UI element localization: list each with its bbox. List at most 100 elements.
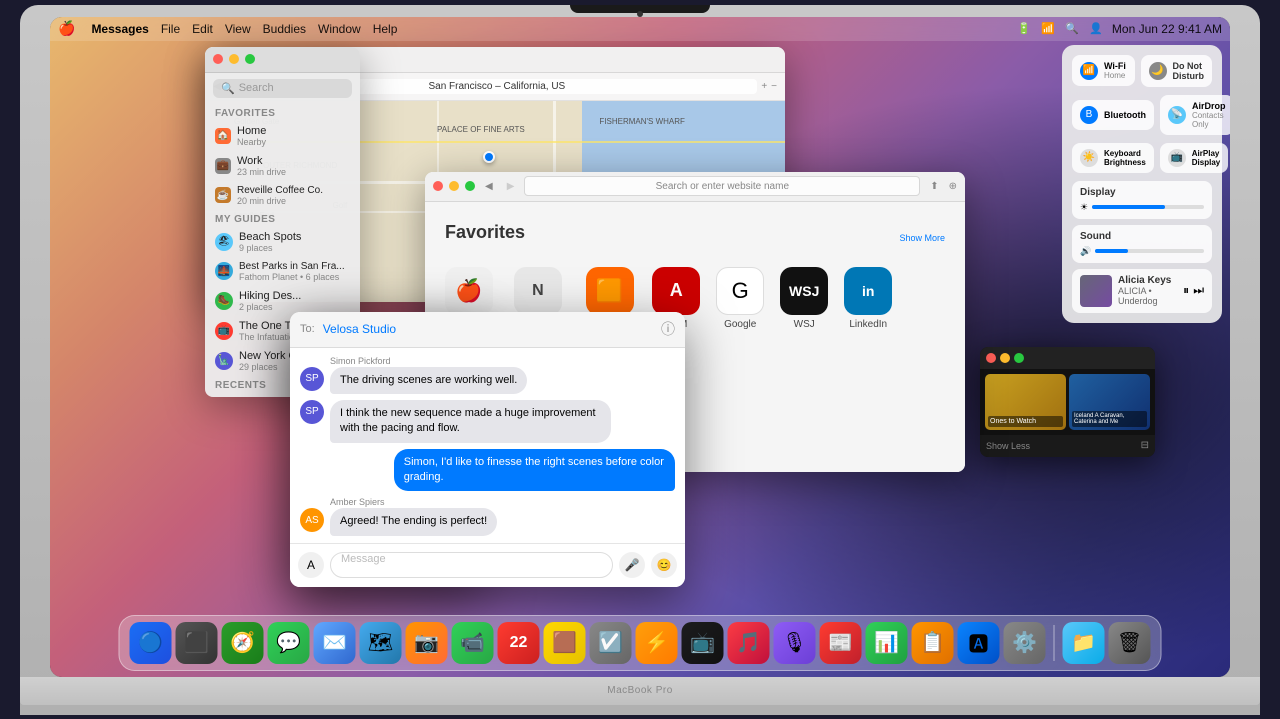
dock-safari[interactable]: 🧭 bbox=[222, 622, 264, 664]
browser-close-btn[interactable] bbox=[433, 181, 443, 191]
dock-music[interactable]: 🎵 bbox=[728, 622, 770, 664]
fav-google[interactable]: G Google bbox=[716, 267, 764, 330]
notif-bluetooth-btn[interactable]: B Bluetooth bbox=[1072, 100, 1154, 130]
menubar-app-name[interactable]: Messages bbox=[91, 22, 148, 36]
minimize-btn[interactable] bbox=[229, 54, 239, 64]
display-title: Display bbox=[1080, 187, 1204, 198]
dock-notes[interactable]: 🟫 bbox=[544, 622, 586, 664]
menubar-file[interactable]: File bbox=[161, 22, 180, 36]
tv-max-btn[interactable] bbox=[1014, 353, 1024, 363]
tv-show-less[interactable]: Show Less bbox=[986, 441, 1030, 451]
browser-tabs[interactable]: ⊕ bbox=[949, 181, 957, 192]
dock-calendar[interactable]: 22 bbox=[498, 622, 540, 664]
browser-address-bar[interactable]: Search or enter website name bbox=[524, 176, 920, 196]
tv-toggle-icon[interactable]: ⊟ bbox=[1141, 440, 1149, 451]
simon-chat-avatar: SP bbox=[300, 367, 324, 391]
dock-mail[interactable]: ✉️ bbox=[314, 622, 356, 664]
mail-icon: ✉️ bbox=[322, 630, 347, 655]
fav-linkedin[interactable]: in LinkedIn bbox=[844, 267, 892, 330]
now-playing-controls: ⏸ ⏭ bbox=[1183, 283, 1204, 298]
apple-menu-icon[interactable]: 🍎 bbox=[58, 20, 75, 37]
close-btn[interactable] bbox=[213, 54, 223, 64]
map-label-fisherman: FISHERMAN'S WHARF bbox=[599, 117, 685, 126]
notif-row-kb-airplay: ☀️ Keyboard Brightness 📺 AirPlay Display bbox=[1072, 143, 1212, 173]
maximize-btn[interactable] bbox=[245, 54, 255, 64]
sidebar-search[interactable]: 🔍 Search bbox=[213, 79, 352, 98]
tv-min-btn[interactable] bbox=[1000, 353, 1010, 363]
dock-reminders[interactable]: ☑️ bbox=[590, 622, 632, 664]
map-label-palace: PALACE OF FINE ARTS bbox=[437, 125, 525, 134]
wifi-icon[interactable]: 📶 bbox=[1040, 22, 1056, 36]
browser-fwd[interactable]: ▶ bbox=[507, 181, 515, 192]
menubar-left: 🍎 Messages File Edit View Buddies Window… bbox=[58, 20, 397, 37]
dock-maps[interactable]: 🗺 bbox=[360, 622, 402, 664]
menubar-edit[interactable]: Edit bbox=[192, 22, 213, 36]
amber-chat-avatar: AS bbox=[300, 508, 324, 532]
sidebar-item-parks[interactable]: 🌉 Best Parks in San Fra...Fathom Planet … bbox=[205, 257, 360, 286]
tv-close-btn[interactable] bbox=[986, 353, 996, 363]
dock-facetime[interactable]: 📹 bbox=[452, 622, 494, 664]
numbers-icon: 📊 bbox=[874, 630, 899, 655]
maps-zoom-out[interactable]: − bbox=[771, 81, 777, 92]
dock-news[interactable]: 📰 bbox=[820, 622, 862, 664]
menubar-buddies[interactable]: Buddies bbox=[263, 22, 306, 36]
skip-forward-icon[interactable]: ⏭ bbox=[1193, 283, 1204, 298]
notif-dnd-btn[interactable]: 🌙 Do NotDisturb bbox=[1141, 55, 1213, 87]
dock-launchpad[interactable]: ⬛ bbox=[176, 622, 218, 664]
dock-appletv[interactable]: 📺 bbox=[682, 622, 724, 664]
fav-wsj[interactable]: WSJ WSJ bbox=[780, 267, 828, 330]
sound-speaker-icon: 🔊 bbox=[1080, 246, 1091, 257]
notif-wifi-btn[interactable]: 📶 Wi-Fi Home bbox=[1072, 55, 1135, 86]
systemprefs-icon: ⚙️ bbox=[1012, 630, 1037, 655]
fav-arch-icon: 🟧 bbox=[586, 267, 634, 315]
newyork-icon: 🗽 bbox=[215, 352, 233, 370]
browser-share[interactable]: ⬆ bbox=[930, 181, 938, 192]
sidebar-item-work[interactable]: 💼 Work23 min drive bbox=[205, 151, 360, 181]
browser-back[interactable]: ◀ bbox=[485, 181, 493, 192]
notif-kb-btn[interactable]: ☀️ Keyboard Brightness bbox=[1072, 143, 1154, 173]
messages-info-btn[interactable]: ⓘ bbox=[661, 319, 675, 339]
notif-airdrop-btn[interactable]: 📡 AirDrop Contacts Only bbox=[1160, 95, 1230, 135]
msg-audio-btn[interactable]: 🎤 bbox=[619, 552, 645, 578]
dock-podcasts[interactable]: 🎙 bbox=[774, 622, 816, 664]
menubar-window[interactable]: Window bbox=[318, 22, 361, 36]
sidebar-item-beach[interactable]: 🏖 Beach Spots9 places bbox=[205, 227, 360, 257]
beach-icon: 🏖 bbox=[215, 233, 233, 251]
sound-slider[interactable] bbox=[1095, 249, 1204, 253]
show-more-btn[interactable]: Show More bbox=[899, 233, 945, 243]
dock-numbers[interactable]: 📊 bbox=[866, 622, 908, 664]
dock-photos[interactable]: 📷 bbox=[406, 622, 448, 664]
dock-messages[interactable]: 💬 bbox=[268, 622, 310, 664]
dock-trash[interactable]: 🗑 bbox=[1109, 622, 1151, 664]
msg-apps-btn[interactable]: A bbox=[298, 552, 324, 578]
dock-finder[interactable]: 🔵 bbox=[130, 622, 172, 664]
user-icon[interactable]: 👤 bbox=[1088, 22, 1104, 36]
msg-emoji-btn[interactable]: 😊 bbox=[651, 552, 677, 578]
favorites-section-label: Favorites bbox=[205, 104, 360, 121]
sidebar-item-coffee[interactable]: ☕ Reveille Coffee Co.20 min drive bbox=[205, 181, 360, 210]
search-icon[interactable]: 🔍 bbox=[1064, 22, 1080, 36]
messages-body[interactable]: Simon Pickford SP The driving scenes are… bbox=[290, 348, 685, 543]
tv-thumb-ones-to-watch[interactable]: Ones to Watch bbox=[985, 374, 1066, 430]
menubar-help[interactable]: Help bbox=[373, 22, 398, 36]
dock-appstore[interactable]: 🅰 bbox=[958, 622, 1000, 664]
maps-zoom-in[interactable]: + bbox=[761, 81, 767, 92]
sidebar-item-home[interactable]: 🏠 HomeNearby bbox=[205, 121, 360, 151]
notif-airplay-btn[interactable]: 📺 AirPlay Display bbox=[1160, 143, 1228, 173]
browser-min-btn[interactable] bbox=[449, 181, 459, 191]
tv-thumb-iceland[interactable]: Iceland A Caravan, Caterina and Me bbox=[1069, 374, 1150, 430]
menubar-view[interactable]: View bbox=[225, 22, 251, 36]
dock-systemprefs[interactable]: ⚙️ bbox=[1004, 622, 1046, 664]
fav-linkedin-icon: in bbox=[844, 267, 892, 315]
play-pause-icon[interactable]: ⏸ bbox=[1183, 283, 1189, 298]
parks-sub: Fathom Planet • 6 places bbox=[239, 272, 345, 282]
dock-keynote[interactable]: 📋 bbox=[912, 622, 954, 664]
fav-linkedin-label: LinkedIn bbox=[849, 319, 887, 330]
dock-folder[interactable]: 📁 bbox=[1063, 622, 1105, 664]
bluetooth-notif-label: Bluetooth bbox=[1104, 110, 1146, 120]
dock-shortcuts[interactable]: ⚡ bbox=[636, 622, 678, 664]
display-slider[interactable] bbox=[1092, 205, 1204, 209]
messages-input[interactable]: Message bbox=[330, 552, 613, 578]
browser-max-btn[interactable] bbox=[465, 181, 475, 191]
coffee-icon: ☕ bbox=[215, 187, 231, 203]
